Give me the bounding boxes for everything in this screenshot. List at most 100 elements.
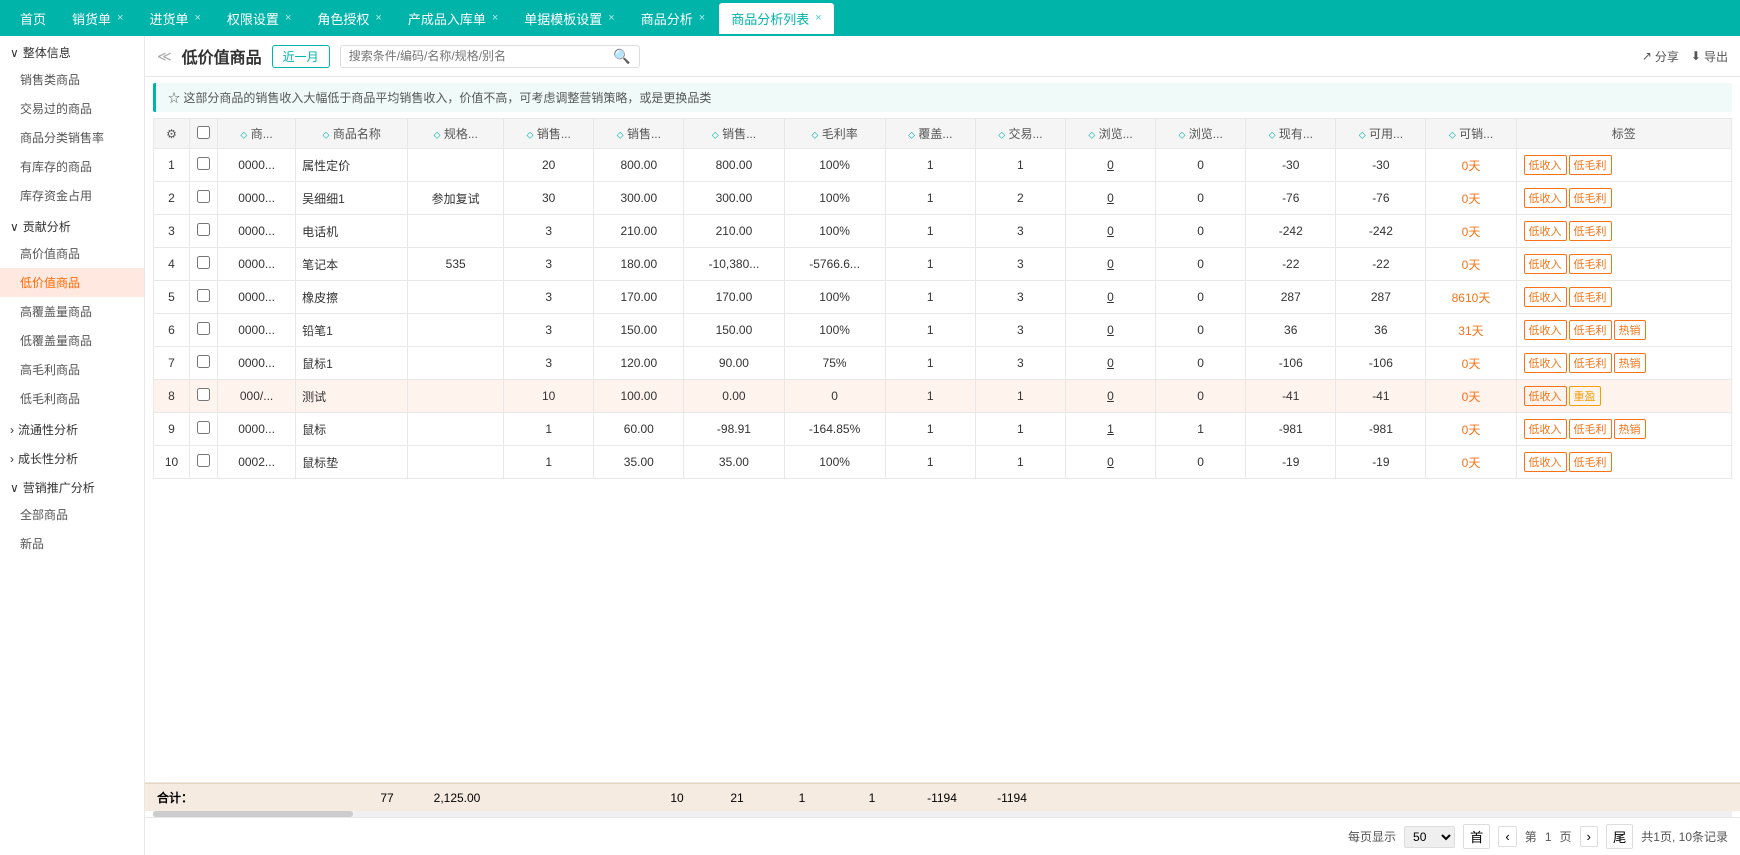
nav-product-warehouse[interactable]: 产成品入库单 × <box>396 3 510 34</box>
nav-role-auth[interactable]: 角色授权 × <box>305 3 393 34</box>
table-container[interactable]: ⚙ ⬦ 商... ⬦ 商品名称 ⬦ 规格... ⬦ 销售... ⬦ 销售... … <box>145 118 1740 782</box>
sidebar-collapse-btn[interactable]: ≪ <box>157 48 172 65</box>
cell-browse1[interactable]: 0 <box>1065 182 1155 215</box>
nav-purchase-order[interactable]: 进货单 × <box>137 3 212 34</box>
cell-current: -106 <box>1246 347 1336 380</box>
sidebar-group-contribution[interactable]: ∨ 贡献分析 <box>0 210 144 239</box>
total-info: 共1页, 10条记录 <box>1641 828 1728 845</box>
nav-product-close-icon[interactable]: × <box>492 12 498 24</box>
sidebar-item-high-margin[interactable]: 高毛利商品 <box>0 355 144 384</box>
tag-item: 低毛利 <box>1569 254 1612 274</box>
sidebar-item-sales-products[interactable]: 销售类商品 <box>0 65 144 94</box>
nav-purchase-label: 进货单 <box>149 9 188 28</box>
cell-checkbox[interactable] <box>190 248 218 281</box>
cell-checkbox[interactable] <box>190 380 218 413</box>
cell-browse1[interactable]: 0 <box>1065 215 1155 248</box>
sidebar-item-low-value[interactable]: 低价值商品 <box>0 268 144 297</box>
col-settings[interactable]: ⚙ <box>154 119 190 149</box>
nav-sales-close-icon[interactable]: × <box>117 12 123 24</box>
nav-analysis-close-icon[interactable]: × <box>699 12 705 24</box>
sidebar-group-overall[interactable]: ∨ 整体信息 <box>0 36 144 65</box>
cell-sales-amt: 120.00 <box>594 347 684 380</box>
page-size-select[interactable]: 50 100 200 <box>1404 826 1455 848</box>
cell-checkbox[interactable] <box>190 215 218 248</box>
cell-browse1[interactable]: 0 <box>1065 380 1155 413</box>
tag-item: 低收入 <box>1524 155 1567 175</box>
cell-browse1[interactable]: 0 <box>1065 149 1155 182</box>
row-checkbox[interactable] <box>197 256 210 269</box>
sidebar-group-liquidity[interactable]: › 流通性分析 <box>0 413 144 442</box>
search-icon[interactable]: 🔍 <box>613 48 630 65</box>
cell-name: 属性定价 <box>296 149 408 182</box>
row-checkbox[interactable] <box>197 421 210 434</box>
sidebar-item-category-sales-rate[interactable]: 商品分类销售率 <box>0 123 144 152</box>
nav-template-settings[interactable]: 单据模板设置 × <box>512 3 626 34</box>
last-page-btn[interactable]: 尾 <box>1606 824 1633 849</box>
nav-purchase-close-icon[interactable]: × <box>194 12 200 24</box>
row-checkbox[interactable] <box>197 157 210 170</box>
first-page-btn[interactable]: 首 <box>1463 824 1490 849</box>
cell-checkbox[interactable] <box>190 347 218 380</box>
sidebar-item-inventory-capital[interactable]: 库存资金占用 <box>0 181 144 210</box>
sidebar-group-growth[interactable]: › 成长性分析 <box>0 442 144 471</box>
cell-browse1[interactable]: 0 <box>1065 347 1155 380</box>
row-checkbox[interactable] <box>197 223 210 236</box>
total-browse1: 1 <box>767 791 837 805</box>
row-checkbox[interactable] <box>197 355 210 368</box>
sidebar-item-high-coverage[interactable]: 高覆盖量商品 <box>0 297 144 326</box>
export-btn[interactable]: ⬇ 导出 <box>1691 48 1728 65</box>
cell-code: 0000... <box>218 281 296 314</box>
cell-sales-avg: -98.91 <box>684 413 784 446</box>
cell-browse1[interactable]: 0 <box>1065 248 1155 281</box>
share-btn[interactable]: ↗ 分享 <box>1642 48 1679 65</box>
select-all-checkbox[interactable] <box>197 126 210 139</box>
row-checkbox[interactable] <box>197 322 210 335</box>
cell-checkbox[interactable] <box>190 446 218 479</box>
nav-analysis-list-label: 商品分析列表 <box>731 9 809 28</box>
row-checkbox[interactable] <box>197 289 210 302</box>
cell-tags: 低收入低毛利 <box>1516 446 1731 479</box>
sidebar-item-high-value[interactable]: 高价值商品 <box>0 239 144 268</box>
row-checkbox[interactable] <box>197 454 210 467</box>
row-checkbox[interactable] <box>197 388 210 401</box>
top-nav: 首页 销货单 × 进货单 × 权限设置 × 角色授权 × 产成品入库单 × 单据… <box>0 0 1740 36</box>
sidebar-item-low-margin[interactable]: 低毛利商品 <box>0 384 144 413</box>
table-header-row: ⚙ ⬦ 商... ⬦ 商品名称 ⬦ 规格... ⬦ 销售... ⬦ 销售... … <box>154 119 1732 149</box>
nav-analysis-list-close-icon[interactable]: × <box>815 12 821 24</box>
nav-home[interactable]: 首页 <box>8 3 58 34</box>
cell-browse1[interactable]: 0 <box>1065 281 1155 314</box>
cell-checkbox[interactable] <box>190 413 218 446</box>
sidebar-item-traded-products[interactable]: 交易过的商品 <box>0 94 144 123</box>
cell-days: 31天 <box>1426 314 1516 347</box>
col-checkbox[interactable] <box>190 119 218 149</box>
prev-page-btn[interactable]: ‹ <box>1498 826 1516 847</box>
search-input[interactable] <box>349 49 608 63</box>
nav-permissions-close-icon[interactable]: × <box>285 12 291 24</box>
sidebar-group-marketing[interactable]: ∨ 营销推广分析 <box>0 471 144 500</box>
cell-browse2: 0 <box>1156 380 1246 413</box>
sidebar-item-all-products[interactable]: 全部商品 <box>0 500 144 529</box>
cell-gross-rate: 100% <box>784 182 885 215</box>
cell-browse1[interactable]: 1 <box>1065 413 1155 446</box>
cell-checkbox[interactable] <box>190 149 218 182</box>
next-page-btn[interactable]: › <box>1580 826 1598 847</box>
cell-checkbox[interactable] <box>190 281 218 314</box>
filter-period-btn[interactable]: 近一月 <box>272 45 330 68</box>
cell-browse2: 0 <box>1156 215 1246 248</box>
nav-analysis-list[interactable]: 商品分析列表 × <box>719 3 833 34</box>
sidebar-item-new-products[interactable]: 新品 <box>0 529 144 558</box>
nav-permissions[interactable]: 权限设置 × <box>215 3 303 34</box>
nav-sales-order[interactable]: 销货单 × <box>60 3 135 34</box>
nav-template-close-icon[interactable]: × <box>608 12 614 24</box>
sidebar-group-marketing-arrow: ∨ <box>10 481 19 495</box>
sidebar-item-inventory-products[interactable]: 有库存的商品 <box>0 152 144 181</box>
cell-checkbox[interactable] <box>190 182 218 215</box>
sidebar-item-low-coverage[interactable]: 低覆盖量商品 <box>0 326 144 355</box>
cell-browse1[interactable]: 0 <box>1065 314 1155 347</box>
nav-role-close-icon[interactable]: × <box>375 12 381 24</box>
cell-browse1[interactable]: 0 <box>1065 446 1155 479</box>
row-checkbox[interactable] <box>197 190 210 203</box>
cell-checkbox[interactable] <box>190 314 218 347</box>
cell-sales-avg: 90.00 <box>684 347 784 380</box>
nav-product-analysis[interactable]: 商品分析 × <box>629 3 717 34</box>
